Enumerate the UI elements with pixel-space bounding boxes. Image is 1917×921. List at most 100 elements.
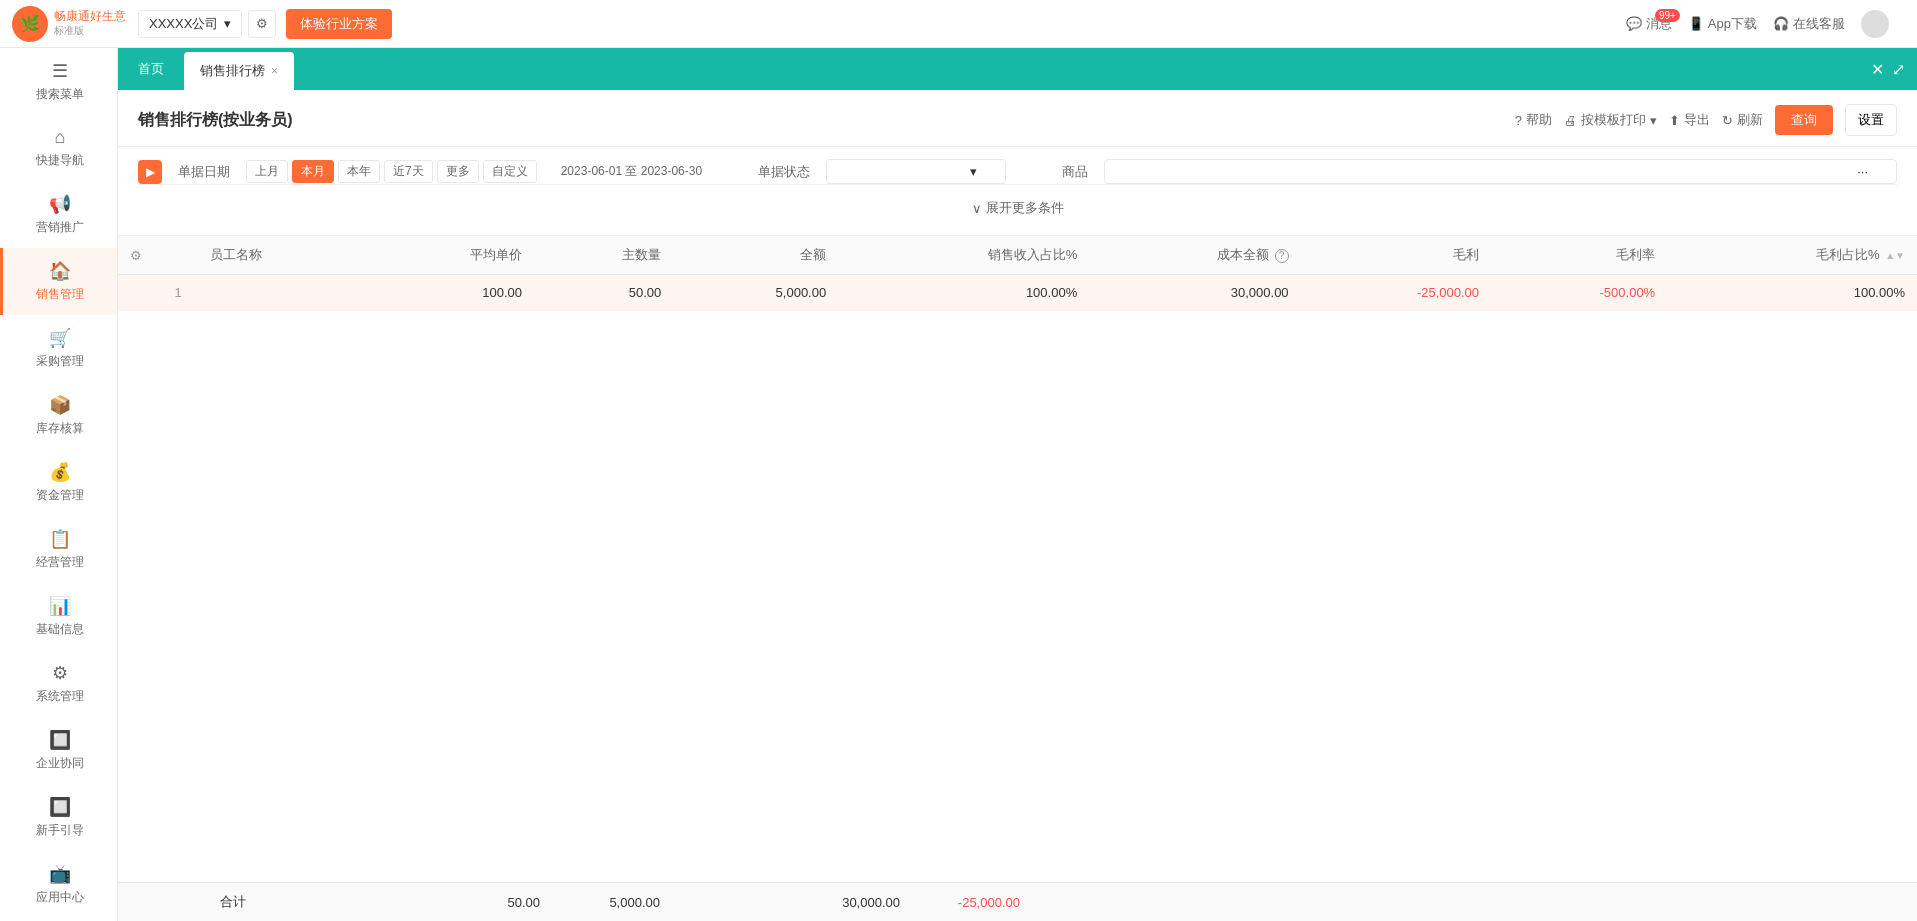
goods-filter-label: 商品 [1062,163,1088,181]
expand-down-icon: ∨ [972,201,982,216]
avatar[interactable] [1861,10,1889,38]
footer-total-label: 合计 [220,893,340,911]
app-name: 畅康通好生意 [54,9,126,25]
print-arrow-icon: ▾ [1650,113,1657,128]
app-download-label: App下载 [1708,15,1757,33]
print-button[interactable]: 🖨 按模板打印 ▾ [1564,111,1657,129]
footer-amount: 5,000.00 [540,895,660,910]
col-name: 员工名称 [198,236,366,275]
goods-dots[interactable]: ··· [1857,164,1868,179]
message-badge: 99+ [1655,9,1680,22]
export-button[interactable]: ⬆ 导出 [1669,111,1710,129]
sidebar-item-inventory[interactable]: 📦 库存核算 [0,382,117,449]
filter-toggle-arrow[interactable]: ▶ [138,160,162,184]
sidebar-item-nav[interactable]: ⌂ 快捷导航 [0,115,117,181]
search-menu-icon: ☰ [52,60,68,82]
date-btn-this-year[interactable]: 本年 [338,160,380,183]
row-gross-cell: -25,000.00 [1301,275,1491,311]
download-icon: 📱 [1688,16,1704,31]
tab-home[interactable]: 首页 [118,50,184,88]
sidebar-item-finance[interactable]: 💰 资金管理 [0,449,117,516]
sidebar-item-sales[interactable]: 🏠 销售管理 [0,248,117,315]
tab-close-all-icon[interactable]: ✕ [1871,60,1884,79]
tab-close-icon[interactable]: × [271,64,278,78]
tab-sales-ranking[interactable]: 销售排行榜 × [184,52,294,90]
row-rank-cell: 1 [158,275,198,311]
date-btn-custom[interactable]: 自定义 [483,160,537,183]
sidebar-item-basic-info[interactable]: 📊 基础信息 [0,583,117,650]
tab-label-sales-ranking: 销售排行榜 [200,62,265,80]
sidebar: ☰ 搜索菜单 ⌂ 快捷导航 📢 营销推广 🏠 销售管理 🛒 采购管理 📦 库存核… [0,48,118,921]
logo-area: 🌿 畅康通好生意 标准版 [12,6,130,42]
col-settings[interactable]: ⚙ [118,236,158,275]
table-footer: 合计 50.00 5,000.00 30,000.00 -25,000.00 [118,882,1917,921]
apps-icon: 📺 [49,863,71,885]
finance-icon: 💰 [49,461,71,483]
row-amount-cell: 5,000.00 [673,275,838,311]
date-btn-more[interactable]: 更多 [437,160,479,183]
row-settings-cell [118,275,158,311]
sidebar-label-basic-info: 基础信息 [36,621,84,638]
expand-more-button[interactable]: ∨ 展开更多条件 [966,193,1070,223]
sidebar-label-search: 搜索菜单 [36,86,84,103]
sidebar-item-search[interactable]: ☰ 搜索菜单 [0,48,117,115]
settings-page-button[interactable]: 设置 [1845,104,1897,136]
marketing-icon: 📢 [49,193,71,215]
app-download-button[interactable]: 📱 App下载 [1688,15,1757,33]
sidebar-item-guide[interactable]: 🔲 新手引导 [0,784,117,851]
row-qty-cell: 50.00 [534,275,673,311]
messages-button[interactable]: 💬 消息 99+ [1626,15,1672,33]
online-service-label: 在线客服 [1793,15,1845,33]
sidebar-item-collaboration[interactable]: 🔲 企业协同 [0,717,117,784]
footer-gross: -25,000.00 [900,895,1020,910]
export-icon: ⬆ [1669,113,1680,128]
basic-info-icon: 📊 [49,595,71,617]
collaboration-icon: 🔲 [49,729,71,751]
sidebar-item-system[interactable]: ⚙ 系统管理 [0,650,117,717]
tab-expand-icon[interactable]: ⤢ [1892,60,1905,79]
sidebar-label-nav: 快捷导航 [36,152,84,169]
settings-icon[interactable]: ⚙ [248,10,276,38]
col-rank [158,236,198,275]
sidebar-item-operations[interactable]: 📋 经营管理 [0,516,117,583]
col-amount: 全额 [673,236,838,275]
table-area: ⚙ 员工名称 平均单价 主数量 [118,236,1917,882]
footer-cost: 30,000.00 [780,895,900,910]
app-version: 标准版 [54,24,126,38]
date-btn-last-month[interactable]: 上月 [246,160,288,183]
sidebar-label-inventory: 库存核算 [36,420,84,437]
date-btn-7days[interactable]: 近7天 [384,160,433,183]
purchase-icon: 🛒 [49,327,71,349]
footer-qty: 50.00 [440,895,540,910]
guide-icon: 🔲 [49,796,71,818]
system-icon: ⚙ [52,662,68,684]
tab-bar: 首页 销售排行榜 × ✕ ⤢ [118,48,1917,90]
trial-button[interactable]: 体验行业方案 [286,9,392,39]
table-row: 1 100.00 50.00 5,000.00 100.00% 30,000.0… [118,275,1917,311]
help-button[interactable]: ? 帮助 [1515,111,1552,129]
online-service-button[interactable]: 🎧 在线客服 [1773,15,1845,33]
sidebar-label-purchase: 采购管理 [36,353,84,370]
sidebar-item-apps[interactable]: 📺 应用中心 [0,851,117,918]
row-cost-cell: 30,000.00 [1089,275,1300,311]
sidebar-item-marketing[interactable]: 📢 营销推广 [0,181,117,248]
sidebar-label-apps: 应用中心 [36,889,84,906]
sidebar-label-operations: 经营管理 [36,554,84,571]
date-btn-this-month[interactable]: 本月 [292,160,334,183]
sidebar-item-purchase[interactable]: 🛒 采购管理 [0,315,117,382]
cost-info-icon[interactable]: ? [1275,249,1289,263]
query-button[interactable]: 查询 [1775,105,1833,135]
company-selector[interactable]: XXXXX公司 ▾ [138,10,242,38]
row-sales-pct-cell: 100.00% [838,275,1089,311]
refresh-button[interactable]: ↻ 刷新 [1722,111,1763,129]
gross-pct-sort-icon[interactable]: ▲▼ [1885,250,1905,261]
print-icon: 🖨 [1564,113,1577,128]
table-settings-icon[interactable]: ⚙ [130,248,142,263]
company-name: XXXXX公司 [149,15,218,33]
operations-icon: 📋 [49,528,71,550]
date-filter-buttons: 上月 本月 本年 近7天 更多 自定义 [246,160,537,183]
status-select-arrow: ▾ [970,164,977,179]
goods-select[interactable]: ··· [1104,159,1897,184]
logo-icon: 🌿 [12,6,48,42]
status-select[interactable]: ▾ [826,159,1006,184]
